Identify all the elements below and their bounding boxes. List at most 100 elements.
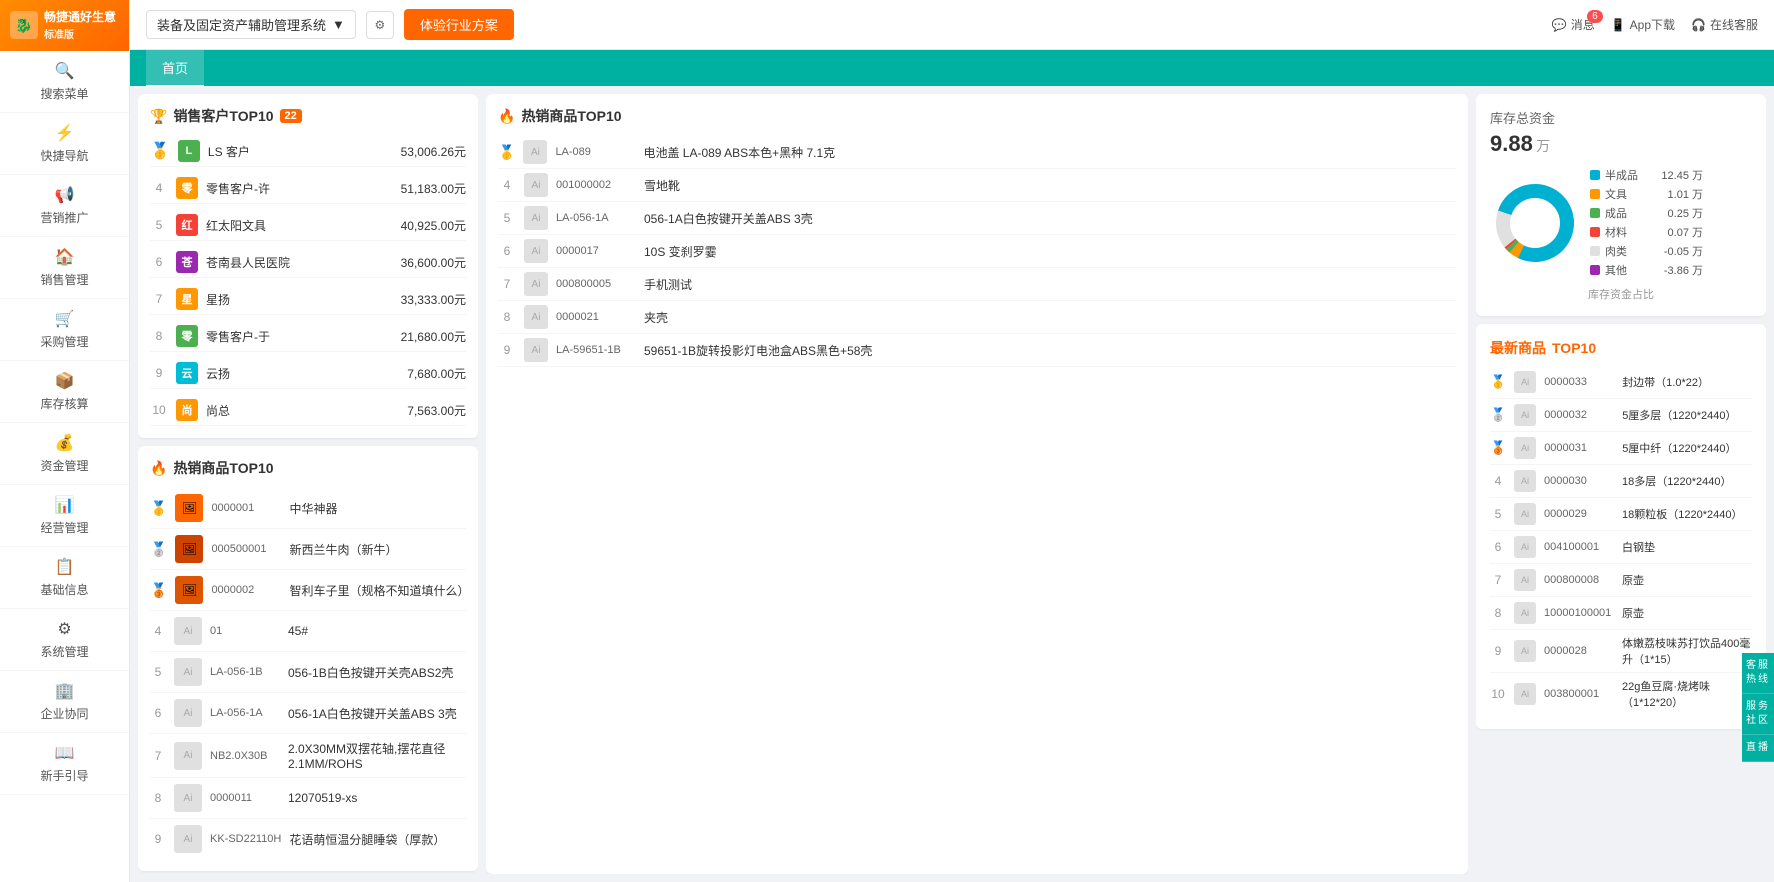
sidebar-label-purchase: 采购管理 [40, 333, 88, 350]
customer-rank-item: 7 星 星扬 33,333.00元 [150, 284, 466, 315]
product-code: 000500001 [211, 543, 281, 555]
product-thumb: Ai [1514, 602, 1536, 624]
product-name: 056-1A白色按键开关盖ABS 3壳 [644, 210, 1456, 227]
basic-icon: 📋 [55, 557, 75, 577]
product-rank2-item: 8 Ai 0000021 夹壳 [498, 301, 1456, 334]
sidebar-item-basic[interactable]: 📋 基础信息 [0, 547, 129, 609]
product-name: 056-1A白色按键开关盖ABS 3壳 [288, 705, 466, 722]
product-rank2-list: 🥇 Ai LA-089 电池盖 LA-089 ABS本色+黑种 7.1克 4 A… [498, 136, 1456, 367]
product-thumb: Ai [1514, 569, 1536, 591]
product-rank2-item: 5 Ai LA-056-1A 056-1A白色按键开关盖ABS 3壳 [498, 202, 1456, 235]
sidebar-item-inventory[interactable]: 📦 库存核算 [0, 361, 129, 423]
rank-number: 7 [150, 749, 166, 763]
product-ranking2-title: 🔥 热销商品TOP10 [498, 106, 1456, 126]
legend-name: 文具 [1605, 186, 1627, 202]
rank-number: 9 [150, 366, 168, 380]
float-btn-live[interactable]: 直播 [1742, 735, 1774, 762]
product-thumb: Ai [1514, 640, 1536, 662]
product-code: LA-59651-1B [556, 344, 636, 356]
sidebar-item-guide[interactable]: 📖 新手引导 [0, 733, 129, 795]
search-icon: 🔍 [55, 61, 75, 81]
sidebar-item-quicknav[interactable]: ⚡ 快捷导航 [0, 113, 129, 175]
hot-products-title: 🔥 热销商品TOP10 [150, 458, 466, 478]
sidebar-item-finance[interactable]: 💰 资金管理 [0, 423, 129, 485]
float-btn-service[interactable]: 客服热线 [1742, 653, 1774, 694]
notification-bell[interactable]: 💬 消息 6 [1552, 16, 1595, 33]
rank-number: 6 [1490, 540, 1506, 554]
product-code: 0000017 [556, 245, 636, 257]
left-column: 🏆 销售客户TOP10 22 🥇 L LS 客户 53,006.26元 4 零 … [138, 94, 478, 874]
finance-icon: 💰 [55, 433, 75, 453]
logo-icon: 🐉 [10, 11, 38, 39]
system-selector[interactable]: 装备及固定资产辅助管理系统 ▼ [146, 10, 356, 39]
topbar: 装备及固定资产辅助管理系统 ▼ ⚙ 体验行业方案 💬 消息 6 📱 App下载 … [130, 0, 1774, 50]
sidebar-item-search[interactable]: 🔍 搜索菜单 [0, 51, 129, 113]
product-code: 0000032 [1544, 409, 1614, 421]
product-thumb: Ai [174, 825, 202, 853]
sidebar-item-sales[interactable]: 🏠 销售管理 [0, 237, 129, 299]
sidebar-item-purchase[interactable]: 🛒 采购管理 [0, 299, 129, 361]
silver-medal-icon: 🥈 [1490, 407, 1506, 423]
customer-amount: 7,563.00元 [407, 402, 466, 419]
product-thumb: Ai [523, 140, 547, 164]
product-name: 白钢垫 [1622, 539, 1752, 555]
sidebar-item-marketing[interactable]: 📢 营销推广 [0, 175, 129, 237]
app-download-label: App下载 [1630, 16, 1675, 33]
legend-item: 其他 -3.86 万 [1590, 262, 1703, 278]
sidebar-label-guide: 新手引导 [40, 767, 88, 784]
newest-product-item: 9 Ai 0000028 体嫩荔枝味苏打饮品400毫升（1*15） [1490, 630, 1752, 673]
hot-product-item: 5 Ai LA-056-1B 056-1B白色按键开关壳ABS2壳 [150, 652, 466, 693]
float-btn-community[interactable]: 服务社区 [1742, 694, 1774, 735]
product-thumb: Ai [524, 239, 548, 263]
gold-medal-icon: 🥇 [498, 144, 515, 161]
product-code: 0000031 [1544, 442, 1614, 454]
stock-legend: 半成品 12.45 万 文具 1.01 万 成品 0.25 万 材料 0.07 … [1590, 167, 1703, 278]
hot-product-item: 6 Ai LA-056-1A 056-1A白色按键开关盖ABS 3壳 [150, 693, 466, 734]
customer-rank-item: 8 零 零售客户-于 21,680.00元 [150, 321, 466, 352]
tab-home[interactable]: 首页 [146, 50, 204, 87]
newest-product-item: 🥉 Ai 0000031 5厘中纤（1220*2440） [1490, 432, 1752, 465]
product-name: 056-1B白色按键开关壳ABS2壳 [288, 664, 466, 681]
sidebar-item-system[interactable]: ⚙ 系统管理 [0, 609, 129, 671]
gold-medal-icon: 🥇 [1490, 374, 1506, 390]
app-download-button[interactable]: 📱 App下载 [1611, 16, 1675, 33]
product-code: 01 [210, 625, 280, 637]
product-thumb: 🖼 [175, 576, 203, 604]
rank-number: 4 [1490, 474, 1506, 488]
legend-item: 半成品 12.45 万 [1590, 167, 1703, 183]
product-code: LA-089 [555, 146, 635, 158]
hot-products-card: 🔥 热销商品TOP10 🥇 🖼 0000001 中华神器 🥈 🖼 0005000… [138, 446, 478, 871]
product-code: NB2.0X30B [210, 750, 280, 762]
customer-ranking-title: 🏆 销售客户TOP10 22 [150, 106, 466, 126]
online-service-button[interactable]: 🎧 在线客服 [1691, 16, 1758, 33]
product-thumb: Ai [524, 272, 548, 296]
product-thumb: Ai [1514, 536, 1536, 558]
marketing-icon: 📢 [55, 185, 75, 205]
legend-item: 材料 0.07 万 [1590, 224, 1703, 240]
product-code: 000800008 [1544, 574, 1614, 586]
silver-medal-icon: 🥈 [150, 541, 167, 558]
product-code: 10000100001 [1544, 607, 1614, 619]
customer-amount: 21,680.00元 [401, 328, 466, 345]
product-code: 0000001 [211, 502, 281, 514]
settings-button[interactable]: ⚙ [366, 11, 394, 39]
sidebar-label-search: 搜索菜单 [40, 85, 88, 102]
legend-value: 12.45 万 [1643, 167, 1703, 183]
legend-value: -3.86 万 [1643, 262, 1703, 278]
hot-product-list: 🥇 🖼 0000001 中华神器 🥈 🖼 000500001 新西兰牛肉（新牛）… [150, 488, 466, 859]
product-thumb: Ai [524, 338, 548, 362]
product-code: 001000002 [556, 179, 636, 191]
rank-number: 4 [150, 181, 168, 195]
sidebar-item-collab[interactable]: 🏢 企业协同 [0, 671, 129, 733]
trial-button[interactable]: 体验行业方案 [404, 9, 514, 40]
customer-avatar: 苍 [176, 251, 198, 273]
product-thumb: 🖼 [175, 535, 203, 563]
product-thumb: Ai [1514, 683, 1536, 705]
customer-rank-item: 4 零 零售客户-许 51,183.00元 [150, 173, 466, 204]
sidebar-item-operations[interactable]: 📊 经营管理 [0, 485, 129, 547]
product-name: 中华神器 [289, 500, 466, 517]
customer-rank-item: 🥇 L LS 客户 53,006.26元 [150, 136, 466, 167]
hot-product-item: 4 Ai 01 45# [150, 611, 466, 652]
product-code: LA-056-1B [210, 666, 280, 678]
legend-name: 材料 [1605, 224, 1627, 240]
